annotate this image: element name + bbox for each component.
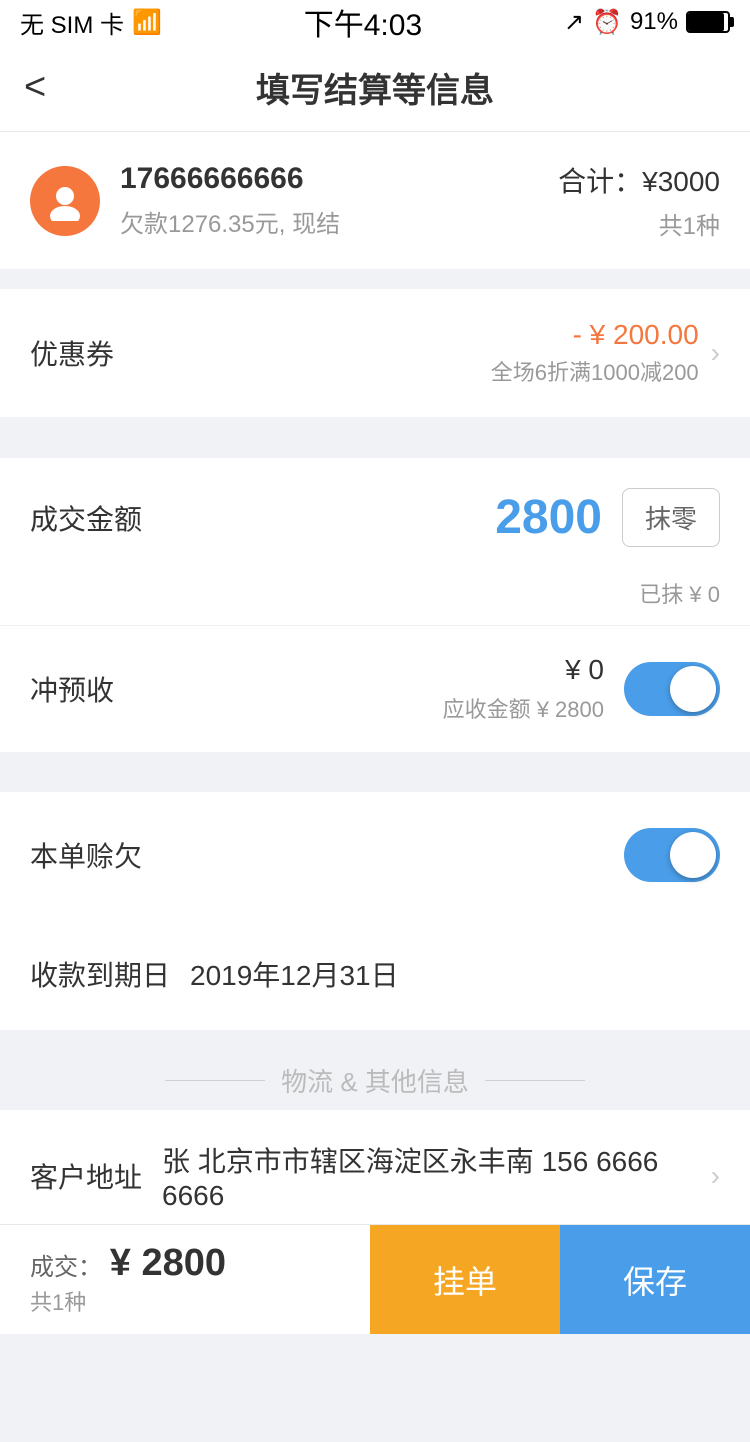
section-divider-2 [0, 752, 750, 772]
pre-sub: 应收金额 ¥ 2800 [443, 692, 604, 724]
debt-label: 本单赊欠 [30, 835, 142, 875]
save-button[interactable]: 保存 [560, 1225, 750, 1334]
status-left: 无 SIM 卡 📶 [20, 5, 162, 40]
coupon-value: - ¥ 200.00 [491, 319, 699, 351]
location-icon: ↗ [564, 8, 584, 37]
address-label: 客户地址 [30, 1156, 142, 1196]
deal-right: 2800 抹零 [495, 488, 720, 547]
address-row[interactable]: 客户地址 张 北京市市辖区海淀区永丰南 156 6666 6666 › [0, 1110, 750, 1242]
deal-sub: 已抹 ¥ 0 [0, 577, 750, 625]
logistics-text: 物流 & 其他信息 [165, 1062, 585, 1099]
toggle-knob [670, 666, 716, 712]
avatar [30, 166, 100, 236]
debt-toggle-knob [670, 832, 716, 878]
back-button[interactable]: < [24, 66, 46, 109]
debt-row: 本单赊欠 [0, 792, 750, 918]
deal-section: 成交金额 2800 抹零 已抹 ¥ 0 冲预收 ¥ 0 应收金额 ¥ 2800 [0, 458, 750, 752]
round-button[interactable]: 抹零 [622, 488, 720, 547]
chevron-right-icon-address: › [711, 1160, 720, 1192]
user-left: 17666666666 欠款1276.35元, 现结 [30, 162, 340, 239]
alarm-icon: ⏰ [592, 8, 622, 37]
debt-section: 本单赊欠 收款到期日 2019年12月31日 [0, 792, 750, 1030]
total-amount: 合计：¥3000 [558, 160, 720, 200]
section-divider-1 [0, 438, 750, 458]
deal-amount-row: 成交金额 2800 抹零 [0, 458, 750, 577]
status-right: ↗ ⏰ 91% [564, 8, 730, 37]
status-bar: 无 SIM 卡 📶 下午4:03 ↗ ⏰ 91% [0, 0, 750, 44]
pre-amount: ¥ 0 [443, 654, 604, 686]
chevron-right-icon: › [711, 337, 720, 369]
bottom-info: 成交： ¥ 2800 共1种 [0, 1242, 370, 1317]
address-section: 客户地址 张 北京市市辖区海淀区永丰南 156 6666 6666 › [0, 1110, 750, 1242]
user-debt: 欠款1276.35元, 现结 [120, 204, 340, 239]
wifi-icon: 📶 [132, 8, 162, 37]
logistics-divider: 物流 & 其他信息 [0, 1050, 750, 1110]
address-chevron: › [711, 1160, 720, 1192]
bottom-deal-label: 成交： [30, 1254, 102, 1281]
bottom-total-amount: ¥ 2800 [110, 1242, 226, 1284]
user-card: 17666666666 欠款1276.35元, 现结 合计：¥3000 共1种 [0, 132, 750, 269]
coupon-label: 优惠券 [30, 333, 114, 373]
user-phone: 17666666666 [120, 162, 340, 196]
deal-amount-label: 成交金额 [30, 498, 142, 538]
pre-receive-toggle[interactable] [624, 662, 720, 716]
duedate-label: 收款到期日 [30, 954, 170, 994]
battery-icon [686, 11, 730, 33]
battery-percent: 91% [630, 8, 678, 36]
coupon-right: - ¥ 200.00 全场6折满1000减200 › [491, 319, 720, 387]
pre-receive-right: ¥ 0 应收金额 ¥ 2800 [443, 654, 720, 724]
bottom-bar: 成交： ¥ 2800 共1种 挂单 保存 [0, 1224, 750, 1334]
pre-receive-row: 冲预收 ¥ 0 应收金额 ¥ 2800 [0, 625, 750, 752]
coupon-row[interactable]: 优惠券 - ¥ 200.00 全场6折满1000减200 › [0, 289, 750, 418]
nav-bar: < 填写结算等信息 [0, 44, 750, 132]
bottom-count: 共1种 [30, 1285, 340, 1317]
carrier-text: 无 SIM 卡 [20, 5, 124, 40]
coupon-desc: 全场6折满1000减200 [491, 355, 699, 387]
hang-button[interactable]: 挂单 [370, 1225, 560, 1334]
deal-amount-value: 2800 [495, 490, 602, 545]
duedate-value: 2019年12月31日 [190, 954, 399, 994]
address-value: 张 北京市市辖区海淀区永丰南 156 6666 6666 [162, 1140, 711, 1212]
bottom-buttons: 挂单 保存 [370, 1225, 750, 1334]
status-time: 下午4:03 [304, 0, 422, 44]
debt-toggle[interactable] [624, 828, 720, 882]
user-total: 合计：¥3000 共1种 [558, 160, 720, 241]
user-info: 17666666666 欠款1276.35元, 现结 [120, 162, 340, 239]
duedate-row: 收款到期日 2019年12月31日 [0, 918, 750, 1030]
pre-receive-label: 冲预收 [30, 669, 114, 709]
total-count: 共1种 [558, 206, 720, 241]
page-title: 填写结算等信息 [256, 63, 494, 112]
